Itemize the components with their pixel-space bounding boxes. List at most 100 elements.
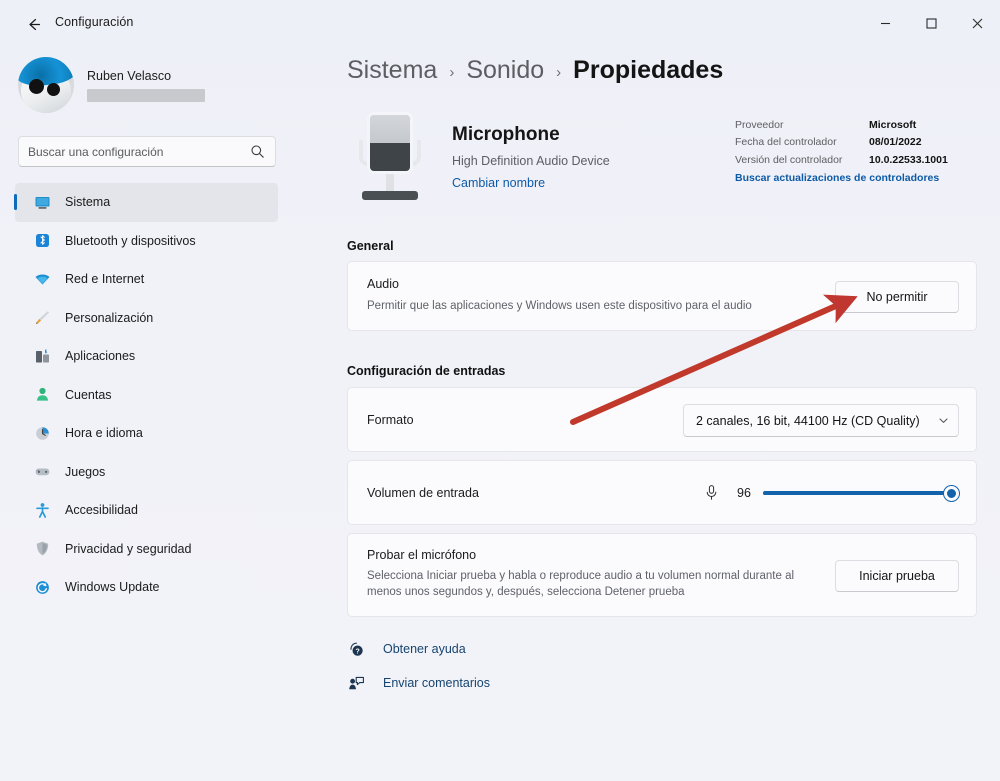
audio-toggle-button[interactable]: No permitir [835,281,959,313]
profile-name: Ruben Velasco [87,68,172,83]
sidebar-item-aplicaciones[interactable]: Aplicaciones [15,337,278,376]
shield-icon [33,540,51,558]
driver-value: 08/01/2022 [869,136,922,149]
paintbrush-icon [33,309,51,327]
sidebar-item-red-e-internet[interactable]: Red e Internet [15,260,278,299]
audio-label: Audio [367,277,399,291]
profile-email-redacted [87,88,205,102]
svg-text:?: ? [355,648,359,655]
driver-key: Fecha del controlador [735,136,837,149]
title-bar: Configuración [0,0,1000,46]
send-feedback-label: Enviar comentarios [383,676,490,690]
back-button[interactable] [20,11,46,37]
sidebar-label: Red e Internet [65,272,145,287]
window-controls [862,0,1000,46]
mic-test-description: Selecciona Iniciar prueba y habla o repr… [367,570,795,598]
feedback-icon [347,674,365,692]
apps-icon [33,347,51,365]
driver-key: Proveedor [735,118,784,131]
sidebar-item-cuentas[interactable]: Cuentas [15,376,278,415]
sidebar-item-bluetooth-y-dispositivos[interactable]: Bluetooth y dispositivos [15,222,278,261]
start-test-button[interactable]: Iniciar prueba [835,560,959,592]
sidebar-item-personalizacion[interactable]: Personalización [15,299,278,338]
input-volume-label: Volumen de entrada [367,486,479,500]
sidebar-item-windows-update[interactable]: Windows Update [15,568,278,607]
breadcrumb-separator: › [556,63,562,81]
sidebar-label: Privacidad y seguridad [65,541,192,556]
format-label: Formato [367,413,414,427]
update-icon [33,578,51,596]
device-subtitle: High Definition Audio Device [452,154,610,168]
mic-test-card: Probar el micrófono Selecciona Iniciar p… [347,533,977,617]
maximize-button[interactable] [908,0,954,46]
sidebar-label: Juegos [65,464,106,479]
window-title: Configuración [55,15,134,29]
sidebar-label: Bluetooth y dispositivos [65,233,196,248]
sidebar: Ruben Velasco Buscar una configuración S… [0,46,293,781]
audio-description: Permitir que las aplicaciones y Windows … [367,300,752,312]
get-help-label: Obtener ayuda [383,642,466,656]
sidebar-label: Aplicaciones [65,349,136,364]
gamepad-icon [33,463,51,481]
device-header: Microphone High Definition Audio Device … [347,110,987,210]
settings-window: Configuración Ruben Velasco Buscar una c… [0,0,1000,781]
close-button[interactable] [954,0,1000,46]
sidebar-label: Windows Update [65,580,160,595]
sidebar-label: Hora e idioma [65,426,143,441]
breadcrumb-item-sistema[interactable]: Sistema [347,56,437,85]
microphone-small-icon [704,484,720,502]
driver-value: 10.0.22533.1001 [869,153,948,166]
rename-device-link[interactable]: Cambiar nombre [452,176,545,190]
search-input[interactable] [28,144,250,159]
input-volume-control[interactable]: 96 [704,484,959,502]
format-dropdown[interactable]: 2 canales, 16 bit, 44100 Hz (CD Quality) [683,404,959,437]
format-value: 2 canales, 16 bit, 44100 Hz (CD Quality) [696,413,920,428]
help-icon: ? [347,640,365,658]
avatar [18,57,74,113]
breadcrumb: Sistema › Sonido › Propiedades [347,56,723,85]
driver-row: Proveedor Microsoft [735,116,987,134]
breadcrumb-item-sonido[interactable]: Sonido [466,56,544,85]
monitor-icon [33,193,51,211]
sidebar-label: Personalización [65,310,154,325]
driver-key: Versión del controlador [735,153,843,166]
input-volume-card: Volumen de entrada 96 [347,460,977,525]
sidebar-item-accesibilidad[interactable]: Accesibilidad [15,491,278,530]
sidebar-item-privacidad-y-seguridad[interactable]: Privacidad y seguridad [15,530,278,569]
sidebar-item-juegos[interactable]: Juegos [15,453,278,492]
device-name: Microphone [452,124,560,145]
breadcrumb-separator: › [449,63,455,81]
search-icon [250,144,266,159]
person-icon [33,386,51,404]
driver-value: Microsoft [869,118,917,131]
send-feedback-link[interactable]: Enviar comentarios [347,674,490,692]
format-card: Formato 2 canales, 16 bit, 44100 Hz (CD … [347,387,977,452]
input-volume-slider[interactable] [763,484,959,502]
section-title-general: General [347,239,394,253]
sidebar-label: Sistema [65,195,111,210]
breadcrumb-item-propiedades: Propiedades [573,56,724,84]
sidebar-item-hora-e-idioma[interactable]: Hora e idioma [15,414,278,453]
slider-thumb[interactable] [943,486,959,501]
input-volume-value: 96 [737,486,751,500]
wifi-icon [33,270,51,288]
sidebar-nav: Sistema Bluetooth y dispositivos Red e I… [0,183,293,607]
driver-row: Fecha del controlador 08/01/2022 [735,134,987,152]
content-pane: Sistema › Sonido › Propiedades Microphon… [293,46,1000,781]
mic-test-label: Probar el micrófono [367,548,477,562]
profile-card[interactable]: Ruben Velasco [18,54,268,116]
driver-info: Proveedor Microsoft Fecha del controlado… [735,116,987,184]
driver-update-link[interactable]: Buscar actualizaciones de controladores [735,172,987,184]
sidebar-label: Cuentas [65,387,112,402]
audio-card: Audio Permitir que las aplicaciones y Wi… [347,261,977,331]
section-title-input-config: Configuración de entradas [347,364,506,378]
minimize-button[interactable] [862,0,908,46]
clock-icon [33,424,51,442]
microphone-icon [353,112,427,208]
sidebar-item-sistema[interactable]: Sistema [14,183,278,222]
get-help-link[interactable]: ? Obtener ayuda [347,640,466,658]
chevron-down-icon [938,415,949,426]
sidebar-label: Accesibilidad [65,503,138,518]
driver-row: Versión del controlador 10.0.22533.1001 [735,151,987,169]
search-box[interactable] [18,136,276,167]
